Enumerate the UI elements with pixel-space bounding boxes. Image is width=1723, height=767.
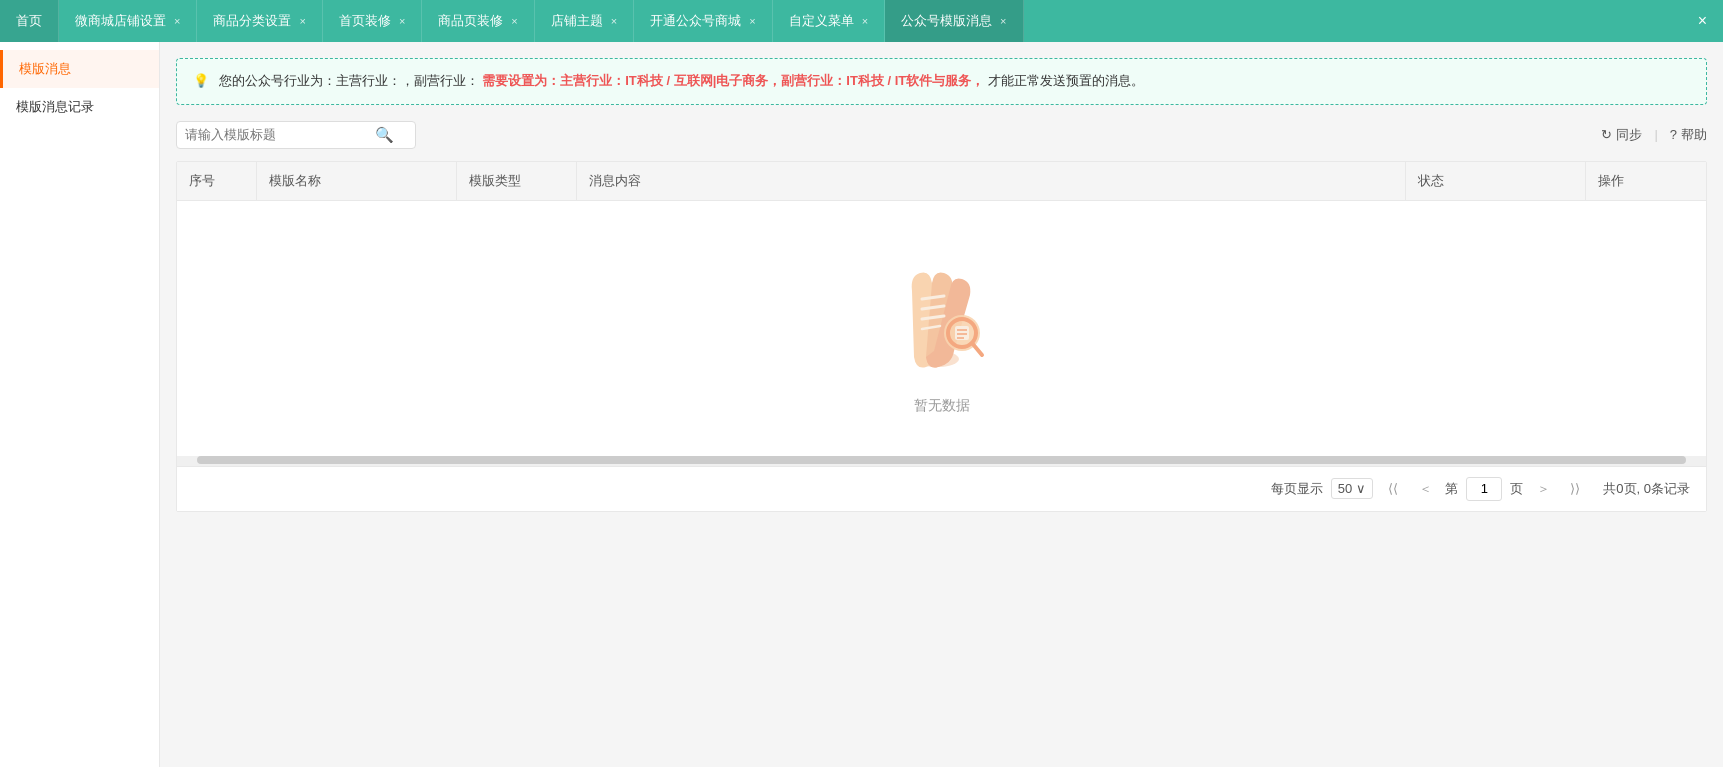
tab-bar-close-all[interactable]: × (1682, 12, 1723, 30)
toolbar-divider: | (1654, 127, 1657, 142)
scroll-bar-thumb[interactable] (197, 456, 1686, 464)
tab-product-decoration[interactable]: 商品页装修 × (422, 0, 534, 42)
tab-close-open-mall[interactable]: × (749, 15, 755, 27)
prev-page-button[interactable]: ＜ (1413, 477, 1437, 501)
scroll-bar-area[interactable] (177, 456, 1706, 466)
tab-close-store-theme[interactable]: × (611, 15, 617, 27)
col-action: 操作 (1586, 162, 1706, 200)
notice-highlight: 需要设置为：主营行业：IT科技 / 互联网|电子商务，副营行业：IT科技 / I… (482, 73, 984, 88)
sidebar-item-template-msg-record[interactable]: 模版消息记录 (0, 88, 159, 126)
tab-close-category-settings[interactable]: × (299, 15, 305, 27)
sync-icon: ↻ (1601, 127, 1612, 142)
help-button[interactable]: ? 帮助 (1670, 126, 1707, 144)
tab-store-theme[interactable]: 店铺主题 × (535, 0, 634, 42)
col-content: 消息内容 (577, 162, 1406, 200)
page-label-suffix: 页 (1510, 480, 1523, 498)
search-input[interactable] (185, 127, 375, 142)
notice-text-suffix: 才能正常发送预置的消息。 (988, 73, 1144, 88)
sync-button[interactable]: ↻ 同步 (1601, 126, 1642, 144)
toolbar-right: ↻ 同步 | ? 帮助 (1601, 126, 1707, 144)
svg-line-7 (972, 343, 982, 355)
page-size-select[interactable]: 50 ∨ (1331, 478, 1373, 499)
col-name: 模版名称 (257, 162, 457, 200)
tab-shop-settings[interactable]: 微商城店铺设置 × (59, 0, 197, 42)
notice-icon: 💡 (193, 73, 209, 88)
sidebar-item-template-msg[interactable]: 模版消息 (0, 50, 159, 88)
tab-bar: 首页 微商城店铺设置 × 商品分类设置 × 首页装修 × 商品页装修 × 店铺主… (0, 0, 1723, 42)
tab-custom-menu[interactable]: 自定义菜单 × (773, 0, 885, 42)
tab-close-custom-menu[interactable]: × (862, 15, 868, 27)
main-layout: 模版消息 模版消息记录 💡 您的公众号行业为：主营行业：，副营行业： 需要设置为… (0, 42, 1723, 767)
tab-close-template-message[interactable]: × (1000, 15, 1006, 27)
pagination: 每页显示 50 ∨ ⟨⟨ ＜ 第 页 ＞ ⟩⟩ 共0页, 0条记录 (177, 466, 1706, 511)
notice-banner: 💡 您的公众号行业为：主营行业：，副营行业： 需要设置为：主营行业：IT科技 /… (176, 58, 1707, 105)
empty-text: 暂无数据 (914, 397, 970, 415)
empty-illustration (882, 261, 1002, 381)
page-number-input[interactable] (1466, 477, 1502, 501)
tab-close-product-decoration[interactable]: × (511, 15, 517, 27)
page-label-prefix: 第 (1445, 480, 1458, 498)
tab-close-shop-settings[interactable]: × (174, 15, 180, 27)
notice-text-prefix: 您的公众号行业为：主营行业：，副营行业： (219, 73, 479, 88)
col-type: 模版类型 (457, 162, 577, 200)
sidebar: 模版消息 模版消息记录 (0, 42, 160, 767)
tab-template-message[interactable]: 公众号模版消息 × (885, 0, 1023, 42)
tab-home[interactable]: 首页 (0, 0, 59, 42)
tab-category-settings[interactable]: 商品分类设置 × (197, 0, 322, 42)
help-icon: ? (1670, 127, 1677, 142)
tab-close-home-decoration[interactable]: × (399, 15, 405, 27)
first-page-button[interactable]: ⟨⟨ (1381, 477, 1405, 501)
chevron-down-icon: ∨ (1356, 481, 1366, 496)
col-status: 状态 (1406, 162, 1586, 200)
search-icon[interactable]: 🔍 (375, 126, 394, 144)
page-size-label: 每页显示 (1271, 480, 1323, 498)
table-header: 序号 模版名称 模版类型 消息内容 状态 操作 (177, 162, 1706, 201)
empty-state: 暂无数据 (177, 201, 1706, 455)
col-index: 序号 (177, 162, 257, 200)
tab-open-mall[interactable]: 开通公众号商城 × (634, 0, 772, 42)
page-total-info: 共0页, 0条记录 (1603, 480, 1690, 498)
search-input-wrap[interactable]: 🔍 (176, 121, 416, 149)
content-area: 💡 您的公众号行业为：主营行业：，副营行业： 需要设置为：主营行业：IT科技 /… (160, 42, 1723, 767)
tab-home-decoration[interactable]: 首页装修 × (323, 0, 422, 42)
last-page-button[interactable]: ⟩⟩ (1563, 477, 1587, 501)
next-page-button[interactable]: ＞ (1531, 477, 1555, 501)
page-size-value: 50 (1338, 481, 1352, 496)
data-table: 序号 模版名称 模版类型 消息内容 状态 操作 (176, 161, 1707, 512)
search-bar: 🔍 ↻ 同步 | ? 帮助 (176, 121, 1707, 149)
